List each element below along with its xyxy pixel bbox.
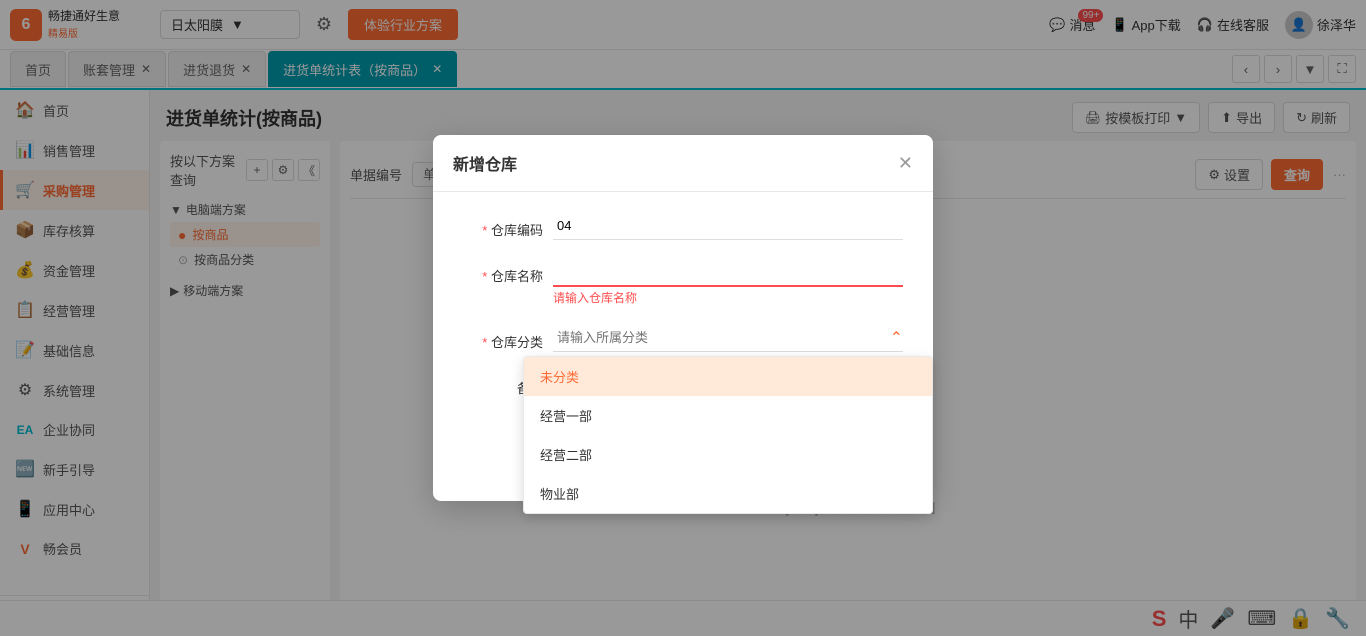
code-label: * 仓库编码 [463,212,543,239]
option-uncategorized[interactable]: 未分类 [524,357,932,396]
required-star: * [482,223,487,238]
chevron-up-icon: ⌃ [890,328,903,348]
category-dropdown-list: 未分类 经营一部 经营二部 物业部 [523,356,933,514]
dialog-header: 新增仓库 ✕ [433,135,933,192]
new-warehouse-dialog: 新增仓库 ✕ * 仓库编码 * 仓库名称 请输入仓库名称 [433,135,933,501]
form-row-category: * 仓库分类 ⌃ 未分类 经营一部 经营二部 [463,324,903,352]
option-dept2-label: 经营二部 [540,448,592,463]
dialog-body: * 仓库编码 * 仓库名称 请输入仓库名称 * [433,192,933,436]
category-label: * 仓库分类 [463,324,543,351]
name-label: * 仓库名称 [463,258,543,285]
option-dept1[interactable]: 经营一部 [524,396,932,435]
option-uncategorized-label: 未分类 [540,370,579,385]
option-property[interactable]: 物业部 [524,474,932,513]
option-dept2[interactable]: 经营二部 [524,435,932,474]
option-property-label: 物业部 [540,487,579,502]
category-input[interactable] [553,324,903,352]
dialog-close-btn[interactable]: ✕ [898,153,913,174]
option-dept1-label: 经营一部 [540,409,592,424]
dialog-overlay: 新增仓库 ✕ * 仓库编码 * 仓库名称 请输入仓库名称 [0,0,1366,636]
code-input[interactable] [553,212,903,240]
form-row-name: * 仓库名称 请输入仓库名称 [463,258,903,306]
name-input-group: 请输入仓库名称 [553,258,903,306]
name-input[interactable] [553,258,903,287]
form-row-code: * 仓库编码 [463,212,903,240]
dialog-title: 新增仓库 [453,151,517,175]
name-error-text: 请输入仓库名称 [553,289,903,306]
category-dropdown[interactable]: ⌃ 未分类 经营一部 经营二部 物业部 [553,324,903,352]
